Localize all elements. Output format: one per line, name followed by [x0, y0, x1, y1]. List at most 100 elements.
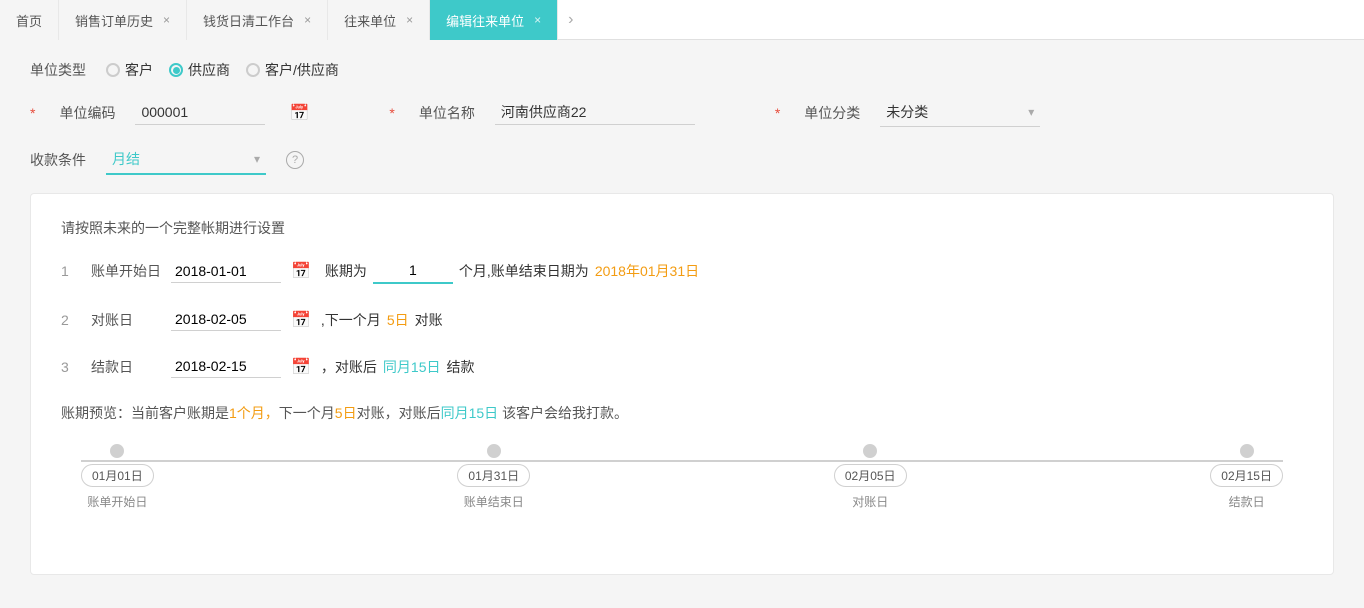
- timeline-desc-4: 结款日: [1229, 493, 1265, 510]
- preview-section: 账期预览：当前客户账期是1个月，下一个月5日对账，对账后同月15日 该客户会给我…: [61, 402, 1303, 424]
- timeline-node-4: 02月15日 结款日: [1210, 444, 1283, 510]
- tab-bar: 首页 销售订单历史 × 钱货日清工作台 × 往来单位 × 编辑往来单位 × ›: [0, 0, 1364, 40]
- tab-edit-unit[interactable]: 编辑往来单位 ×: [430, 0, 558, 40]
- timeline-label-1: 01月01日: [81, 464, 154, 487]
- unit-code-input[interactable]: [135, 100, 265, 125]
- tab-cash-work[interactable]: 钱货日清工作台 ×: [187, 0, 328, 40]
- period-prefix: 账期为: [325, 261, 367, 281]
- payment-label: 收款条件: [30, 150, 86, 170]
- radio-customer-label: 客户: [125, 60, 153, 80]
- unit-class-chevron-icon: ▾: [1028, 105, 1034, 119]
- radio-supplier-circle: [169, 63, 183, 77]
- payment-chevron-icon: ▾: [254, 152, 260, 166]
- tab-sales-history-close[interactable]: ×: [163, 13, 170, 27]
- timeline-node-1: 01月01日 账单开始日: [81, 444, 154, 510]
- timeline-dot-1: [110, 444, 124, 458]
- timeline-desc-2: 账单结束日: [464, 493, 524, 510]
- unit-name-input[interactable]: [495, 100, 695, 125]
- unit-type-label: 单位类型: [30, 60, 86, 80]
- settings-card: 请按照未来的一个完整帐期进行设置 1 账单开始日 📅 账期为 个月,账单结束日期…: [30, 193, 1334, 575]
- payment-select[interactable]: 月结 ▾: [106, 145, 266, 175]
- tab-unit-list-label: 往来单位: [344, 11, 396, 30]
- unit-class-required: *: [775, 105, 780, 121]
- unit-name-label: 单位名称: [419, 103, 475, 123]
- payment-date-input[interactable]: [171, 355, 281, 378]
- radio-both[interactable]: 客户/供应商: [246, 60, 339, 80]
- preview-text2: 对账，对账后: [357, 405, 441, 421]
- unit-class-label: 单位分类: [804, 103, 860, 123]
- row-start-date: 1 账单开始日 📅 账期为 个月,账单结束日期为 2018年01月31日: [61, 258, 1303, 284]
- tab-sales-history-label: 销售订单历史: [75, 11, 153, 30]
- row-1-num: 1: [61, 263, 91, 279]
- unit-code-required: *: [30, 105, 35, 121]
- row-2-num: 2: [61, 312, 91, 328]
- main-content: 单位类型 客户 供应商 客户/供应商 * 单位编码 📅 * 单位名称: [0, 40, 1364, 608]
- preview-highlight2: 5日: [335, 405, 357, 421]
- unit-type-radio-group: 客户 供应商 客户/供应商: [106, 60, 339, 80]
- start-date-input[interactable]: [171, 260, 281, 283]
- tab-cash-work-close[interactable]: ×: [304, 13, 311, 27]
- tab-sales-history[interactable]: 销售订单历史 ×: [59, 0, 187, 40]
- row-3-highlight: 同月15日: [383, 357, 441, 377]
- row-2-label: 对账日: [91, 310, 171, 330]
- timeline-label-3: 02月05日: [834, 464, 907, 487]
- row-reconcile-date: 2 对账日 📅 ,下一个月 5日对账: [61, 308, 1303, 331]
- tab-unit-list[interactable]: 往来单位 ×: [328, 0, 430, 40]
- reconcile-date-input[interactable]: [171, 308, 281, 331]
- preview-highlight3: 同月15日: [441, 405, 499, 421]
- unit-type-row: 单位类型 客户 供应商 客户/供应商: [30, 60, 1334, 80]
- unit-code-label: 单位编码: [59, 103, 115, 123]
- period-value-input[interactable]: [373, 258, 453, 284]
- row-2-value: 📅 ,下一个月 5日对账: [171, 308, 443, 331]
- start-date-calendar-icon[interactable]: 📅: [291, 261, 311, 281]
- timeline-container: 01月01日 账单开始日 01月31日 账单结束日 02月05日 对账日: [61, 444, 1303, 550]
- unit-code-icon[interactable]: 📅: [289, 103, 309, 123]
- row-3-label: 结款日: [91, 357, 171, 377]
- timeline-dot-4: [1240, 444, 1254, 458]
- reconcile-date-calendar-icon[interactable]: 📅: [291, 310, 311, 330]
- preview-text3: 该客户会给我打款。: [502, 405, 628, 421]
- timeline-label-4: 02月15日: [1210, 464, 1283, 487]
- timeline-node-3: 02月05日 对账日: [834, 444, 907, 510]
- unit-class-value: 未分类: [886, 102, 1024, 122]
- row-3-desc-suffix: 结款: [447, 357, 475, 377]
- tab-expand-button[interactable]: ›: [558, 0, 583, 39]
- row-2-highlight: 5日: [387, 310, 409, 330]
- preview-label: 账期预览：当前客户账期是: [61, 405, 229, 421]
- period-suffix: 个月,账单结束日期为: [459, 261, 589, 281]
- tab-edit-unit-close[interactable]: ×: [534, 13, 541, 27]
- payment-row: 收款条件 月结 ▾ ?: [30, 145, 1334, 175]
- tab-home-label: 首页: [16, 11, 42, 30]
- row-3-desc-prefix: ，对账后: [321, 357, 377, 377]
- tab-home[interactable]: 首页: [0, 0, 59, 40]
- row-3-num: 3: [61, 359, 91, 375]
- period-end-value: 2018年01月31日: [595, 261, 699, 281]
- timeline-dot-2: [487, 444, 501, 458]
- row-payment-date: 3 结款日 📅 ，对账后同月15日结款: [61, 355, 1303, 378]
- timeline-desc-1: 账单开始日: [87, 493, 147, 510]
- row-1-label: 账单开始日: [91, 261, 171, 281]
- row-2-desc-prefix: ,下一个月: [321, 310, 381, 330]
- payment-date-calendar-icon[interactable]: 📅: [291, 357, 311, 377]
- radio-supplier-label: 供应商: [188, 60, 230, 80]
- payment-value: 月结: [112, 149, 250, 169]
- radio-both-label: 客户/供应商: [265, 60, 339, 80]
- timeline-nodes: 01月01日 账单开始日 01月31日 账单结束日 02月05日 对账日: [81, 444, 1283, 510]
- radio-customer[interactable]: 客户: [106, 60, 153, 80]
- unit-fields-row: * 单位编码 📅 * 单位名称 * 单位分类 未分类 ▾: [30, 98, 1334, 127]
- preview-highlight1: 1个月，: [229, 405, 279, 421]
- timeline-node-2: 01月31日 账单结束日: [457, 444, 530, 510]
- tab-cash-work-label: 钱货日清工作台: [203, 11, 294, 30]
- timeline-dot-3: [863, 444, 877, 458]
- timeline-label-2: 01月31日: [457, 464, 530, 487]
- tab-unit-list-close[interactable]: ×: [406, 13, 413, 27]
- unit-class-select[interactable]: 未分类 ▾: [880, 98, 1040, 127]
- payment-help-icon[interactable]: ?: [286, 151, 304, 169]
- card-title: 请按照未来的一个完整帐期进行设置: [61, 218, 1303, 238]
- row-2-desc-suffix: 对账: [415, 310, 443, 330]
- preview-text1: 下一个月: [279, 405, 335, 421]
- radio-supplier[interactable]: 供应商: [169, 60, 230, 80]
- radio-both-circle: [246, 63, 260, 77]
- timeline-desc-3: 对账日: [852, 493, 888, 510]
- radio-customer-circle: [106, 63, 120, 77]
